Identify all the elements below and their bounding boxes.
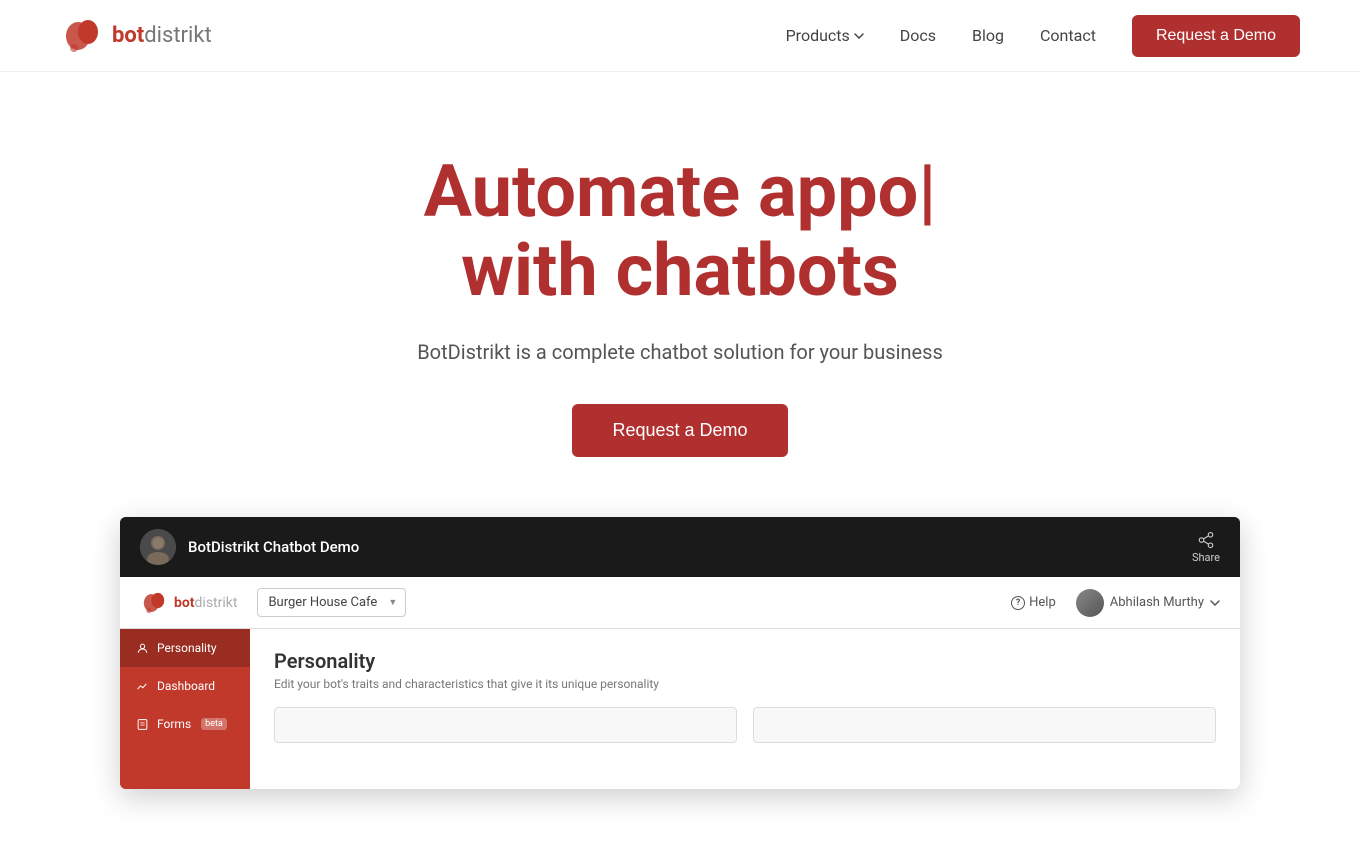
form-icon — [136, 718, 149, 731]
video-avatar — [140, 529, 176, 565]
content-title: Personality — [274, 649, 1216, 673]
nav-request-demo-button[interactable]: Request a Demo — [1132, 15, 1300, 57]
share-label: Share — [1192, 551, 1220, 564]
video-section: BotDistrikt Chatbot Demo Share — [0, 517, 1360, 829]
nav-contact[interactable]: Contact — [1040, 26, 1096, 45]
app-logo-area: botdistrikt — [140, 589, 237, 617]
sidebar-item-dashboard[interactable]: Dashboard — [120, 667, 250, 705]
nav-docs[interactable]: Docs — [900, 26, 936, 45]
app-user-menu[interactable]: Abhilash Murthy — [1076, 589, 1220, 617]
nav-products[interactable]: Products — [786, 26, 864, 45]
hero-title: Automate appo| with chatbots — [60, 152, 1300, 310]
video-container: BotDistrikt Chatbot Demo Share — [120, 517, 1240, 789]
app-logo-icon — [140, 589, 168, 617]
video-topbar: BotDistrikt Chatbot Demo Share — [120, 517, 1240, 577]
avatar-image — [140, 529, 176, 565]
help-circle-icon: ? — [1011, 596, 1025, 610]
form-input-1[interactable] — [274, 707, 737, 743]
beta-badge: beta — [201, 718, 227, 730]
app-help-button[interactable]: ? Help — [1011, 595, 1056, 610]
form-row — [274, 707, 1216, 743]
navbar: botdistrikt Products Docs Blog Contact R… — [0, 0, 1360, 72]
hero-request-demo-button[interactable]: Request a Demo — [572, 404, 787, 457]
app-mockup: botdistrikt Burger House Cafe ? Help Abh… — [120, 577, 1240, 789]
app-bot-dropdown[interactable]: Burger House Cafe — [257, 588, 406, 617]
logo: botdistrikt — [60, 14, 212, 58]
video-title-text: BotDistrikt Chatbot Demo — [188, 538, 359, 556]
logo-text: botdistrikt — [112, 23, 212, 48]
avatar — [1076, 589, 1104, 617]
hero-section: Automate appo| with chatbots BotDistrikt… — [0, 72, 1360, 517]
app-navbar: botdistrikt Burger House Cafe ? Help Abh… — [120, 577, 1240, 629]
chevron-down-icon — [854, 33, 864, 39]
app-sidebar: Personality Dashboard — [120, 629, 250, 789]
app-content: Personality Edit your bot's traits and c… — [250, 629, 1240, 789]
person-icon — [136, 642, 149, 655]
video-title-area: BotDistrikt Chatbot Demo — [140, 529, 359, 565]
chart-icon — [136, 680, 149, 693]
logo-icon — [60, 14, 104, 58]
sidebar-item-personality[interactable]: Personality — [120, 629, 250, 667]
sidebar-item-forms[interactable]: Forms beta — [120, 705, 250, 743]
hero-subtitle: BotDistrikt is a complete chatbot soluti… — [60, 340, 1300, 364]
app-nav-right: ? Help Abhilash Murthy — [1011, 589, 1220, 617]
video-share-button[interactable]: Share — [1192, 531, 1220, 564]
form-input-2[interactable] — [753, 707, 1216, 743]
share-icon — [1197, 531, 1215, 549]
nav-links: Products Docs Blog Contact Request a Dem… — [786, 15, 1300, 57]
nav-blog[interactable]: Blog — [972, 26, 1004, 45]
app-logo-text: botdistrikt — [174, 595, 237, 611]
content-subtitle: Edit your bot's traits and characteristi… — [274, 677, 1216, 691]
user-chevron-icon — [1210, 600, 1220, 606]
app-layout: Personality Dashboard — [120, 629, 1240, 789]
